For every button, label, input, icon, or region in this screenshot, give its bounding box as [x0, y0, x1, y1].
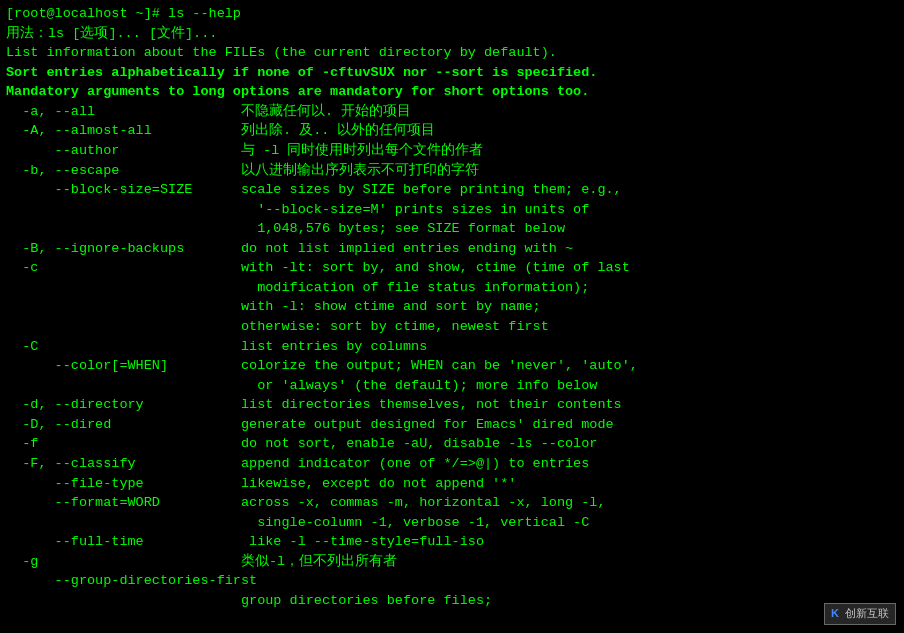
terminal-line-l28: single-column -1, verbose -1, vertical -…: [6, 513, 898, 533]
terminal-line-l10: -b, --escape 以八进制输出序列表示不可打印的字符: [6, 161, 898, 181]
terminal-line-l3: List information about the FILEs (the cu…: [6, 43, 898, 63]
terminal-output: [root@localhost ~]# ls --help用法：ls [选项].…: [6, 4, 898, 610]
terminal-line-l4: Sort entries alphabetically if none of -…: [6, 63, 898, 83]
terminal-line-l30: -g 类似-l，但不列出所有者: [6, 552, 898, 572]
watermark-text: 创新互联: [845, 607, 889, 619]
terminal-line-l7: -a, --all 不隐藏任何以. 开始的项目: [6, 102, 898, 122]
terminal-line-l19: -C list entries by columns: [6, 337, 898, 357]
terminal-line-l16: modification of file status information)…: [6, 278, 898, 298]
terminal-line-l8: -A, --almost-all 列出除. 及.. 以外的任何项目: [6, 121, 898, 141]
terminal-line-l27: --format=WORD across -x, commas -m, hori…: [6, 493, 898, 513]
watermark-icon: K: [831, 606, 839, 622]
terminal-window: [root@localhost ~]# ls --help用法：ls [选项].…: [0, 0, 904, 633]
terminal-line-l26: --file-type likewise, except do not appe…: [6, 474, 898, 494]
terminal-line-l29: --full-time like -l --time-style=full-is…: [6, 532, 898, 552]
terminal-line-l17: with -l: show ctime and sort by name;: [6, 297, 898, 317]
terminal-line-l18: otherwise: sort by ctime, newest first: [6, 317, 898, 337]
watermark: K 创新互联: [824, 603, 896, 625]
terminal-line-l24: -f do not sort, enable -aU, disable -ls …: [6, 434, 898, 454]
terminal-line-l32: group directories before files;: [6, 591, 898, 611]
terminal-line-l9: --author 与 -l 同时使用时列出每个文件的作者: [6, 141, 898, 161]
terminal-line-l25: -F, --classify append indicator (one of …: [6, 454, 898, 474]
terminal-line-l2: 用法：ls [选项]... [文件]...: [6, 24, 898, 44]
terminal-line-l21: or 'always' (the default); more info bel…: [6, 376, 898, 396]
terminal-line-l20: --color[=WHEN] colorize the output; WHEN…: [6, 356, 898, 376]
terminal-line-l13: 1,048,576 bytes; see SIZE format below: [6, 219, 898, 239]
terminal-line-l23: -D, --dired generate output designed for…: [6, 415, 898, 435]
terminal-line-l12: '--block-size=M' prints sizes in units o…: [6, 200, 898, 220]
terminal-line-l31: --group-directories-first: [6, 571, 898, 591]
terminal-line-l6: Mandatory arguments to long options are …: [6, 82, 898, 102]
terminal-line-l11: --block-size=SIZE scale sizes by SIZE be…: [6, 180, 898, 200]
terminal-line-l15: -c with -lt: sort by, and show, ctime (t…: [6, 258, 898, 278]
terminal-line-l22: -d, --directory list directories themsel…: [6, 395, 898, 415]
terminal-line-l14: -B, --ignore-backups do not list implied…: [6, 239, 898, 259]
terminal-line-l1: [root@localhost ~]# ls --help: [6, 4, 898, 24]
